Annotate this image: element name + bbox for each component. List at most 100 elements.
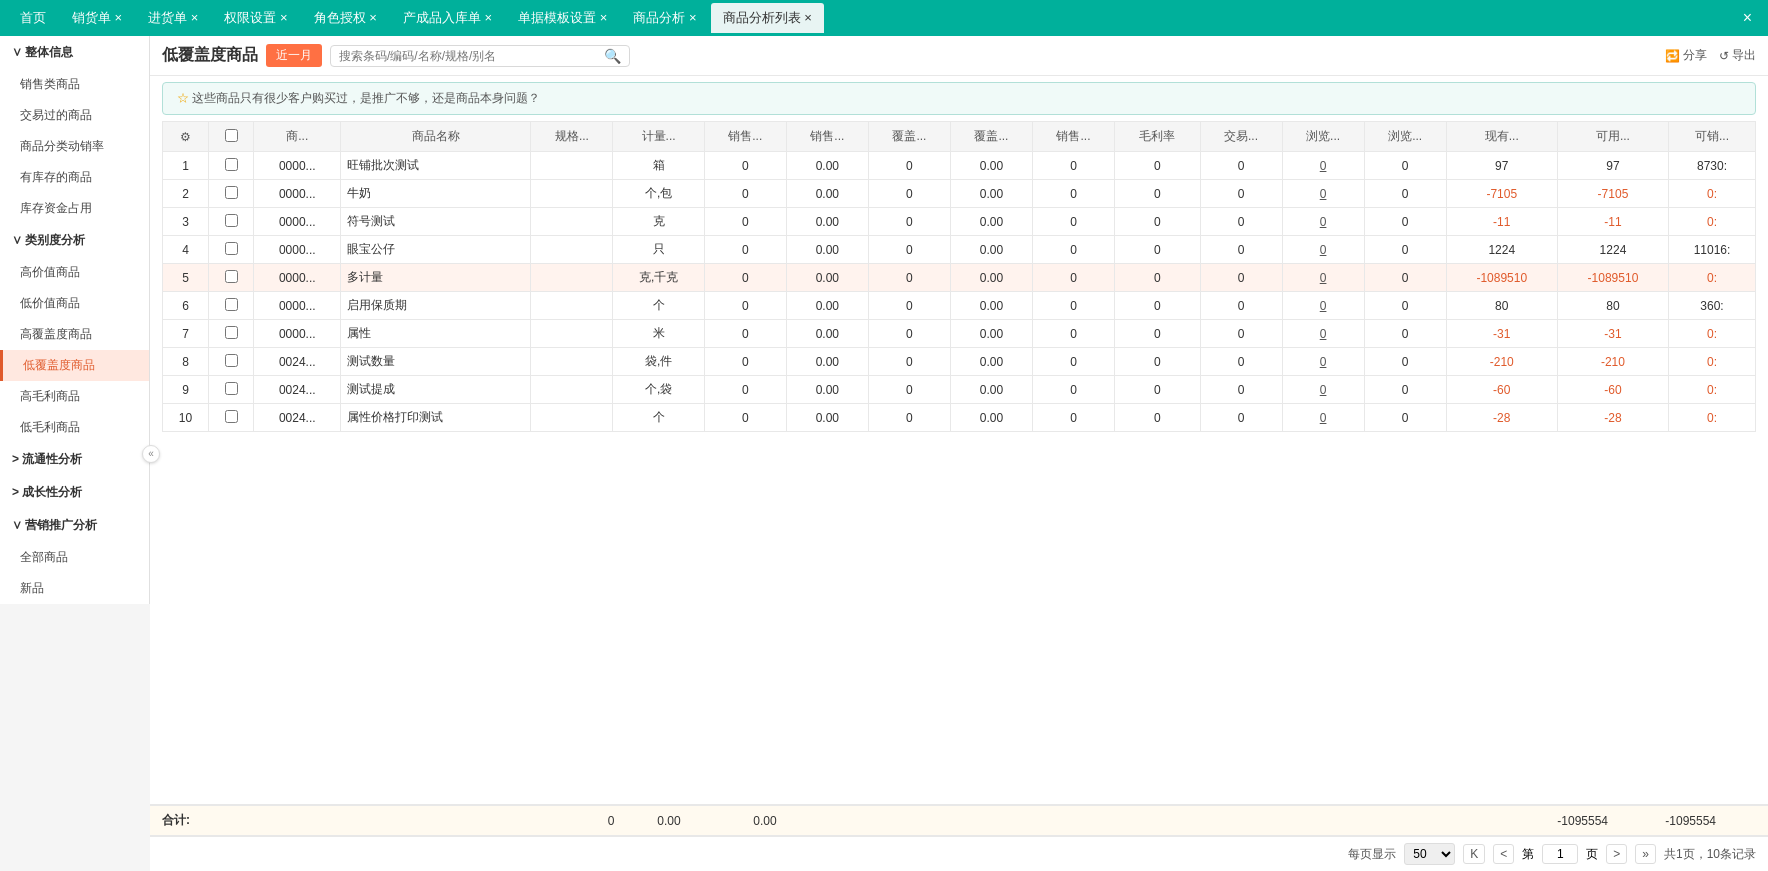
row-unit: 箱	[613, 152, 704, 180]
nav-sales[interactable]: 销货单 ×	[60, 3, 134, 33]
column-settings[interactable]: ⚙	[163, 122, 209, 152]
nav-analysis-list[interactable]: 商品分析列表 ×	[711, 3, 824, 33]
sidebar-section-circulation[interactable]: > 流通性分析	[0, 443, 149, 476]
row-browse1[interactable]: 0	[1282, 152, 1364, 180]
row-select-checkbox[interactable]	[225, 326, 238, 339]
row-checkbox[interactable]	[209, 292, 254, 320]
row-checkbox[interactable]	[209, 208, 254, 236]
top-nav: 首页 销货单 × 进货单 × 权限设置 × 角色授权 × 产成品入库单 × 单据…	[0, 0, 1768, 36]
row-sales3: 0	[1032, 208, 1114, 236]
row-select-checkbox[interactable]	[225, 214, 238, 227]
row-checkbox[interactable]	[209, 348, 254, 376]
sidebar-collapse-button[interactable]: «	[142, 445, 160, 463]
export-icon: ↺	[1719, 49, 1729, 63]
row-browse1[interactable]: 0	[1282, 264, 1364, 292]
sidebar-item-traded[interactable]: 交易过的商品	[0, 100, 149, 131]
sidebar-item-new-goods[interactable]: 新品	[0, 573, 149, 604]
row-checkbox[interactable]	[209, 152, 254, 180]
row-unit: 袋,件	[613, 348, 704, 376]
sidebar-item-high-value[interactable]: 高价值商品	[0, 257, 149, 288]
sidebar-section-growth[interactable]: > 成长性分析	[0, 476, 149, 509]
sidebar-section-category[interactable]: ∨ 类别度分析	[0, 224, 149, 257]
row-browse1[interactable]: 0	[1282, 404, 1364, 432]
sidebar-section-marketing[interactable]: ∨ 营销推广分析	[0, 509, 149, 542]
row-select-checkbox[interactable]	[225, 382, 238, 395]
row-sales1: 0	[704, 264, 786, 292]
page-label: 第	[1522, 846, 1534, 863]
total-sales1: 0	[586, 814, 636, 828]
row-browse1[interactable]: 0	[1282, 180, 1364, 208]
row-browse1[interactable]: 0	[1282, 320, 1364, 348]
row-stock3: 0:	[1669, 376, 1756, 404]
nav-product[interactable]: 产成品入库单 ×	[391, 3, 504, 33]
row-checkbox[interactable]	[209, 236, 254, 264]
export-button[interactable]: ↺ 导出	[1719, 47, 1756, 64]
nav-role[interactable]: 角色授权 ×	[302, 3, 389, 33]
row-browse1[interactable]: 0	[1282, 348, 1364, 376]
row-stock2: 97	[1557, 152, 1668, 180]
sidebar-item-low-coverage[interactable]: 低覆盖度商品	[0, 350, 149, 381]
sidebar-item-sales-goods[interactable]: 销售类商品	[0, 69, 149, 100]
row-browse1[interactable]: 0	[1282, 376, 1364, 404]
row-gross: 0	[1115, 264, 1201, 292]
row-select-checkbox[interactable]	[225, 270, 238, 283]
row-name: 测试提成	[341, 376, 531, 404]
search-icon[interactable]: 🔍	[604, 48, 621, 64]
sidebar-item-stock-value[interactable]: 库存资金占用	[0, 193, 149, 224]
row-cover1: 0	[868, 152, 950, 180]
content-header: 低覆盖度商品 近一月 🔍 🔁 分享 ↺ 导出	[150, 36, 1768, 76]
sidebar-item-high-coverage[interactable]: 高覆盖度商品	[0, 319, 149, 350]
nav-purchase[interactable]: 进货单 ×	[136, 3, 210, 33]
share-button[interactable]: 🔁 分享	[1665, 47, 1707, 64]
table-area[interactable]: ⚙ 商... 商品名称 规格... 计量... 销售... 销售... 覆盖..…	[150, 121, 1768, 804]
nav-analysis[interactable]: 商品分析 ×	[621, 3, 708, 33]
nav-permission[interactable]: 权限设置 ×	[212, 3, 299, 33]
table-row: 6 0000... 启用保质期 个 0 0.00 0 0.00 0 0 0 0 …	[163, 292, 1756, 320]
row-unit: 只	[613, 236, 704, 264]
row-select-checkbox[interactable]	[225, 354, 238, 367]
row-select-checkbox[interactable]	[225, 298, 238, 311]
row-gross: 0	[1115, 152, 1201, 180]
row-browse1[interactable]: 0	[1282, 236, 1364, 264]
row-select-checkbox[interactable]	[225, 158, 238, 171]
row-checkbox[interactable]	[209, 264, 254, 292]
row-sales1: 0	[704, 208, 786, 236]
window-close-button[interactable]: ×	[1735, 5, 1760, 31]
first-page-button[interactable]: K	[1463, 844, 1485, 864]
row-select-checkbox[interactable]	[225, 186, 238, 199]
select-all-checkbox[interactable]	[225, 129, 238, 142]
row-spec	[531, 376, 613, 404]
sidebar-section-growth-label: > 成长性分析	[12, 484, 82, 501]
row-num: 10	[163, 404, 209, 432]
nav-template[interactable]: 单据模板设置 ×	[506, 3, 619, 33]
sidebar-item-category-rate[interactable]: 商品分类动销率	[0, 131, 149, 162]
row-select-checkbox[interactable]	[225, 242, 238, 255]
prev-page-button[interactable]: <	[1493, 844, 1514, 864]
sidebar-section-overall[interactable]: ∨ 整体信息	[0, 36, 149, 69]
page-size-select[interactable]: 50 10 20 100	[1404, 843, 1455, 865]
row-checkbox[interactable]	[209, 180, 254, 208]
row-browse1[interactable]: 0	[1282, 208, 1364, 236]
page-title: 低覆盖度商品	[162, 45, 258, 66]
row-checkbox[interactable]	[209, 376, 254, 404]
sidebar-item-in-stock[interactable]: 有库存的商品	[0, 162, 149, 193]
row-gross: 0	[1115, 320, 1201, 348]
row-browse1[interactable]: 0	[1282, 292, 1364, 320]
sidebar-item-low-margin[interactable]: 低毛利商品	[0, 412, 149, 443]
row-checkbox[interactable]	[209, 320, 254, 348]
nav-home[interactable]: 首页	[8, 3, 58, 33]
table-footer: 合计: 0 0.00 0.00 -1095554 -1095554	[150, 804, 1768, 836]
next-page-button[interactable]: >	[1606, 844, 1627, 864]
row-cover2: 0.00	[950, 376, 1032, 404]
sidebar-item-all-goods[interactable]: 全部商品	[0, 542, 149, 573]
row-trade: 0	[1200, 348, 1282, 376]
row-select-checkbox[interactable]	[225, 410, 238, 423]
last-page-button[interactable]: »	[1635, 844, 1656, 864]
search-input[interactable]	[339, 49, 600, 63]
sidebar-item-low-value[interactable]: 低价值商品	[0, 288, 149, 319]
row-checkbox[interactable]	[209, 404, 254, 432]
page-input[interactable]	[1542, 844, 1578, 864]
sidebar-item-high-margin[interactable]: 高毛利商品	[0, 381, 149, 412]
row-stock2: -28	[1557, 404, 1668, 432]
period-button[interactable]: 近一月	[266, 44, 322, 67]
